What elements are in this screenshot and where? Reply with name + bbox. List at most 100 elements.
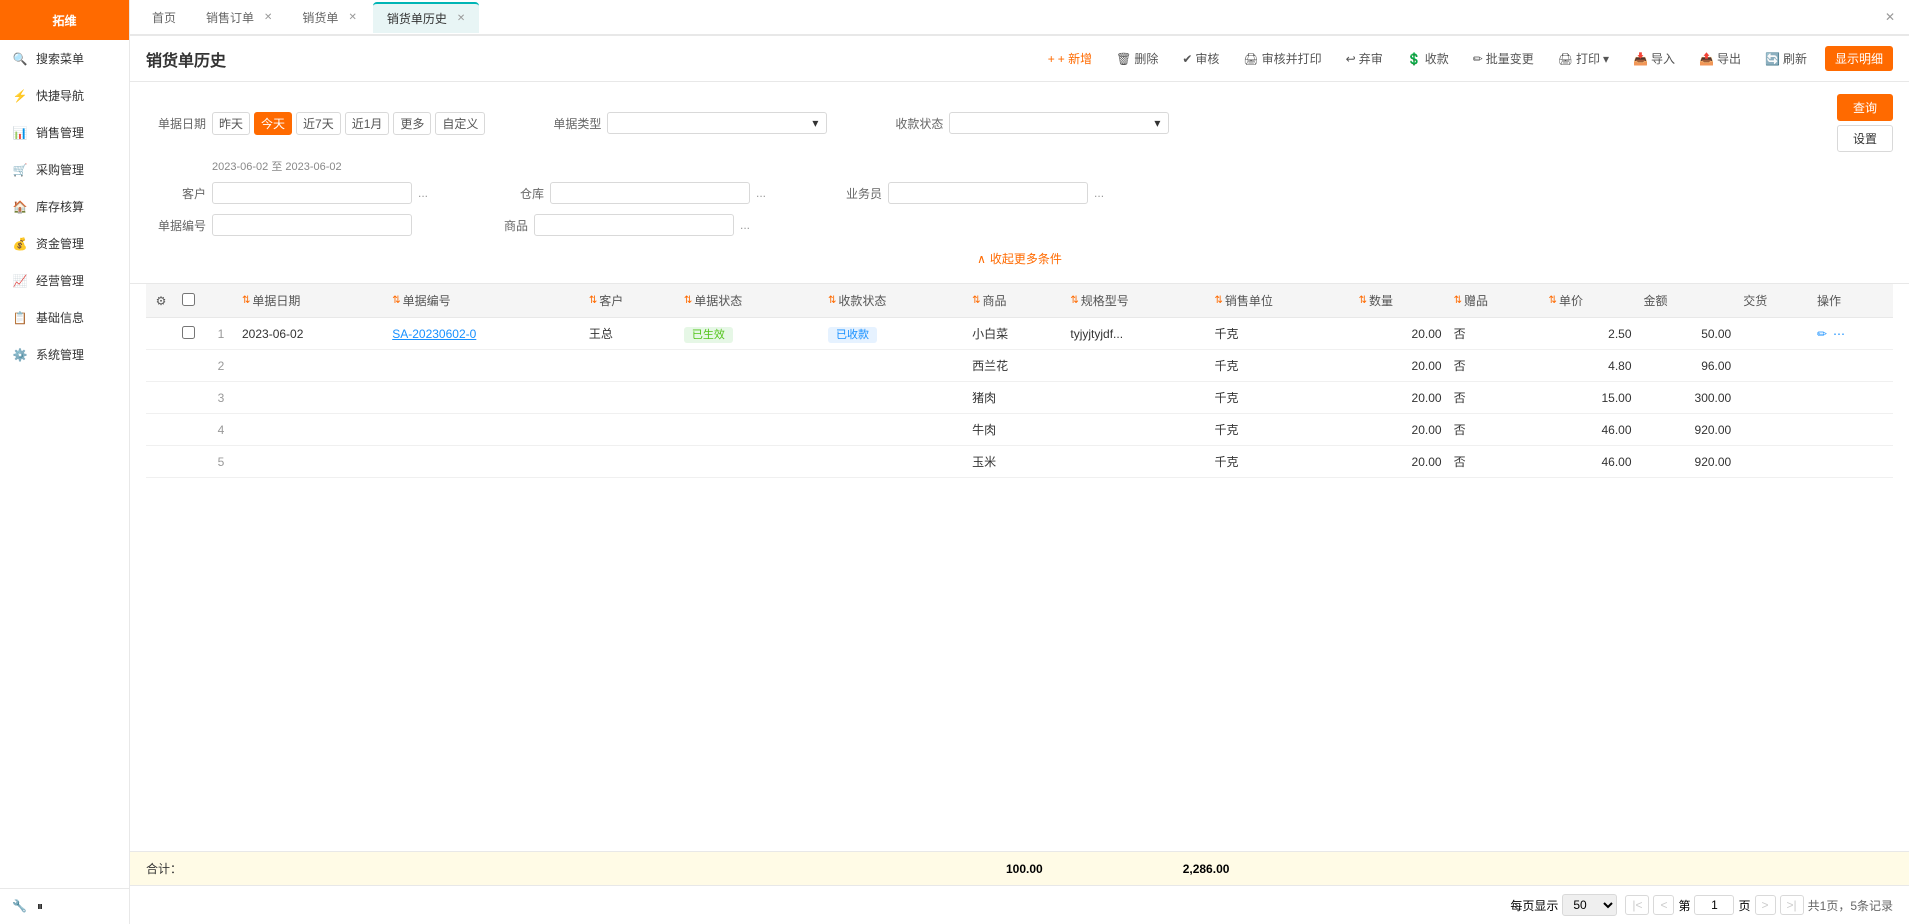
collapse-filter-btn[interactable]: ∧ 收起更多条件 — [973, 246, 1066, 271]
tab-close-sales-delivery[interactable]: ✕ — [348, 12, 356, 23]
sort-doc-no[interactable]: ⇅ 单据编号 — [392, 292, 577, 309]
batch-change-button[interactable]: ✏ 批量变更 — [1467, 47, 1540, 70]
salesman-dots[interactable]: ... — [1094, 186, 1104, 200]
pause-icon[interactable]: ⏸ — [37, 899, 43, 914]
td-trade — [1737, 350, 1811, 382]
date-btn-7days[interactable]: 近7天 — [296, 112, 341, 135]
td-gear — [146, 446, 176, 478]
abandon-button[interactable]: ↩ 弃审 — [1340, 47, 1389, 70]
more-action-btn[interactable]: ⋯ — [1833, 327, 1845, 341]
chart-icon: 📊 — [12, 125, 28, 141]
payment-status-select[interactable]: ▾ — [949, 112, 1169, 134]
tab-close-sales-order[interactable]: ✕ — [264, 12, 272, 23]
page-next-btn[interactable]: > — [1755, 895, 1776, 915]
filter-payment-status: 收款状态 ▾ — [883, 112, 1169, 134]
sort-customer[interactable]: ⇅ 客户 — [589, 292, 672, 309]
page-number-input[interactable] — [1694, 895, 1734, 915]
sort-goods[interactable]: ⇅ 商品 — [972, 292, 1058, 309]
page-prev-btn[interactable]: < — [1653, 895, 1674, 915]
lightning-icon: ⚡ — [12, 88, 28, 104]
filter-warehouse: 仓库 ... — [484, 182, 766, 204]
show-detail-button[interactable]: 显示明细 — [1825, 46, 1893, 71]
td-amount: 96.00 — [1638, 350, 1738, 382]
page-first-btn[interactable]: |< — [1625, 895, 1649, 915]
sort-unit-price[interactable]: ⇅ 单价 — [1549, 292, 1632, 309]
salesman-input[interactable] — [888, 182, 1088, 204]
td-qty: 20.00 — [1353, 446, 1448, 478]
table-gear-icon[interactable]: ⚙ — [152, 294, 170, 308]
sidebar-item-finance[interactable]: 💰 资金管理 — [0, 225, 129, 262]
add-button[interactable]: + + 新增 — [1042, 47, 1098, 70]
collect-button[interactable]: 💲 收款 — [1401, 47, 1455, 70]
sort-payment-status[interactable]: ⇅ 收款状态 — [828, 292, 960, 309]
sort-spec[interactable]: ⇅ 规格型号 — [1070, 292, 1202, 309]
sidebar-item-operations[interactable]: 📈 经营管理 — [0, 262, 129, 299]
date-btn-custom[interactable]: 自定义 — [435, 112, 485, 135]
window-close-btn[interactable]: ✕ — [1879, 8, 1901, 26]
doc-type-select[interactable]: ▾ — [607, 112, 827, 134]
customer-dots[interactable]: ... — [418, 186, 428, 200]
delete-button[interactable]: 🗑 删除 — [1110, 47, 1164, 70]
th-gear: ⚙ — [146, 284, 176, 318]
refresh-button[interactable]: 🔄 刷新 — [1759, 47, 1813, 70]
goods-label: 商品 — [468, 217, 528, 234]
settings-bottom-icon[interactable]: 🔧 — [12, 899, 27, 914]
per-page-dropdown[interactable]: 50 100 200 — [1562, 894, 1617, 916]
doc-no-link[interactable]: SA-20230602-0 — [392, 327, 476, 341]
warehouse-input[interactable] — [550, 182, 750, 204]
filter-row-3: 单据编号 商品 ... — [146, 214, 1893, 236]
td-rownum: 1 — [206, 318, 236, 350]
tab-home[interactable]: 首页 — [138, 3, 190, 32]
warehouse-dots[interactable]: ... — [756, 186, 766, 200]
goods-input[interactable] — [534, 214, 734, 236]
sidebar-item-purchase[interactable]: 🛒 采购管理 — [0, 151, 129, 188]
sidebar-item-search[interactable]: 🔍 搜索菜单 — [0, 40, 129, 77]
setting-button[interactable]: 设置 — [1837, 125, 1893, 152]
cart-icon: 🛒 — [12, 162, 28, 178]
export-button[interactable]: 📤 导出 — [1693, 47, 1747, 70]
tab-close-sales-history[interactable]: ✕ — [457, 13, 465, 24]
table-scroll: ⚙ ⇅ 单据日期 — [146, 284, 1893, 478]
sort-doc-status[interactable]: ⇅ 单据状态 — [684, 292, 816, 309]
audit-button[interactable]: ✔ 审核 — [1176, 47, 1225, 70]
select-all-checkbox[interactable] — [182, 293, 195, 306]
tab-sales-delivery[interactable]: 销货单 ✕ — [288, 3, 370, 32]
page-last-btn[interactable]: >| — [1780, 895, 1804, 915]
row-checkbox[interactable] — [182, 326, 195, 339]
sort-gift[interactable]: ⇅ 赠品 — [1454, 292, 1537, 309]
date-btn-today[interactable]: 今天 — [254, 112, 292, 135]
trend-icon: 📈 — [12, 273, 28, 289]
sidebar-item-inventory[interactable]: 🏠 库存核算 — [0, 188, 129, 225]
customer-input[interactable] — [212, 182, 412, 204]
td-checkbox — [176, 414, 206, 446]
tab-sales-order[interactable]: 销售订单 ✕ — [192, 3, 286, 32]
td-customer: 王总 — [583, 318, 678, 350]
warehouse-label: 仓库 — [484, 185, 544, 202]
sidebar-item-sales[interactable]: 📊 销售管理 — [0, 114, 129, 151]
sort-doc-date[interactable]: ⇅ 单据日期 — [242, 292, 380, 309]
sort-unit[interactable]: ⇅ 销售单位 — [1214, 292, 1346, 309]
date-btn-yesterday[interactable]: 昨天 — [212, 112, 250, 135]
import-button[interactable]: 📥 导入 — [1627, 47, 1681, 70]
goods-dots[interactable]: ... — [740, 218, 750, 232]
date-btn-1month[interactable]: 近1月 — [345, 112, 390, 135]
sidebar-item-system[interactable]: ⚙️ 系统管理 — [0, 336, 129, 373]
sort-qty[interactable]: ⇅ 数量 — [1359, 292, 1442, 309]
sidebar-item-quicknav[interactable]: ⚡ 快捷导航 — [0, 77, 129, 114]
td-payment-status — [822, 446, 966, 478]
edit-action-btn[interactable]: ✏ — [1817, 327, 1827, 341]
td-payment-status: 已收款 — [822, 318, 966, 350]
td-goods: 西兰花 — [966, 350, 1064, 382]
query-button[interactable]: 查询 — [1837, 94, 1893, 121]
sort-icon-2: ⇅ — [392, 295, 400, 306]
money-icon: 💰 — [12, 236, 28, 252]
doc-no-input[interactable] — [212, 214, 412, 236]
sidebar-item-basic[interactable]: 📋 基础信息 — [0, 299, 129, 336]
print-button[interactable]: 🖨 打印 ▾ — [1552, 47, 1615, 70]
date-btn-more[interactable]: 更多 — [393, 112, 431, 135]
audit-print-button[interactable]: 🖨 审核并打印 — [1237, 47, 1327, 70]
th-doc-no: ⇅ 单据编号 — [386, 284, 583, 318]
td-doc-no: SA-20230602-0 — [386, 318, 583, 350]
import-icon: 📥 — [1633, 52, 1648, 66]
tab-sales-history[interactable]: 销货单历史 ✕ — [373, 2, 479, 33]
